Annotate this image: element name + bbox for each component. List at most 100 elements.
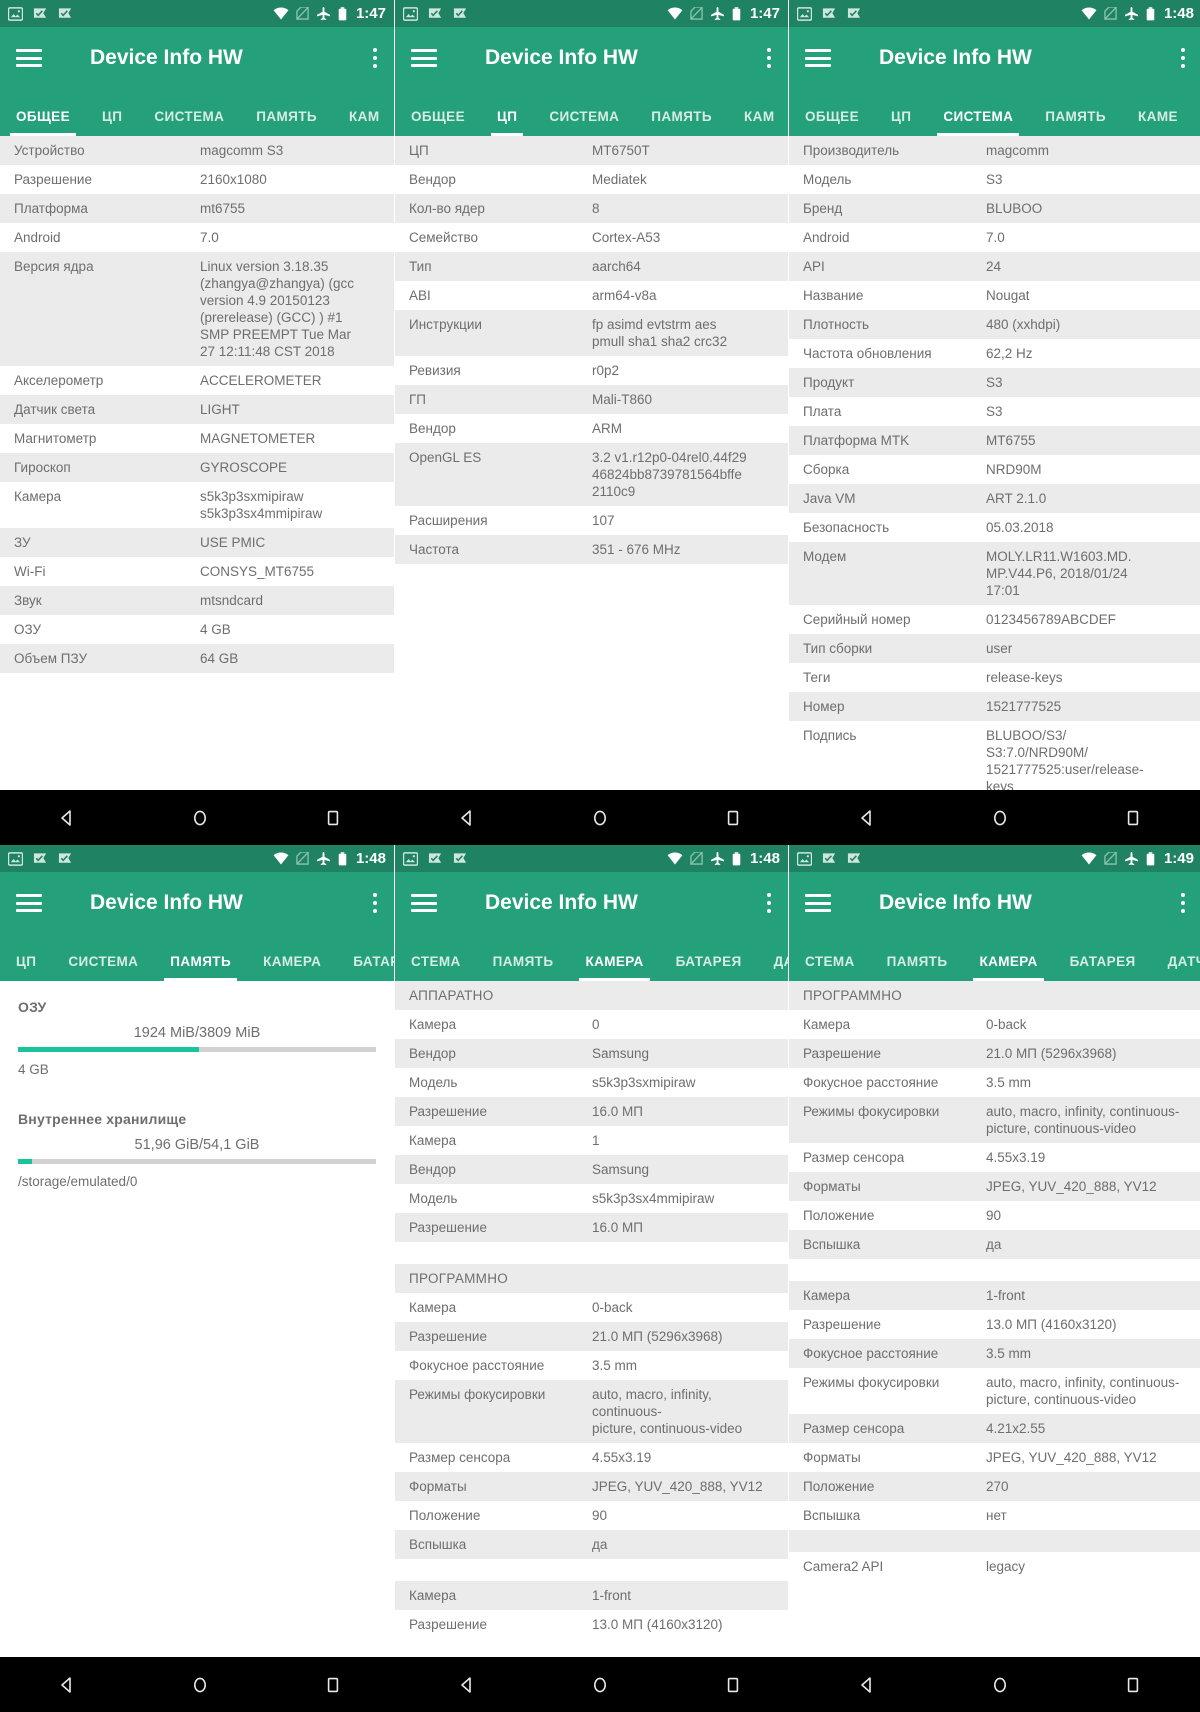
table-row[interactable]: ABI arm64-v8a [395,281,788,310]
home-circle-icon[interactable] [990,808,1010,828]
tab-memory[interactable]: ПАМЯТЬ [154,954,247,981]
table-row[interactable]: Wi-Fi CONSYS_MT6755 [0,557,394,586]
table-row[interactable]: Камера s5k3p3sxmipiraw s5k3p3sx4mmipiraw [0,482,394,528]
table-row[interactable]: Режимы фокусировки auto, macro, infinity,… [395,1380,788,1443]
tab-camera[interactable]: КАМЕРА [247,954,337,981]
table-row[interactable]: Частота обновления 62,2 Hz [789,339,1200,368]
table-row[interactable]: Положение 90 [395,1501,788,1530]
table-row[interactable]: Версия ядра Linux version 3.18.35 (zhangy… [0,252,394,366]
tab-obshchee[interactable]: ОБЩЕЕ [395,109,481,136]
table-row[interactable]: Плотность 480 (xxhdpi) [789,310,1200,339]
recents-square-icon[interactable] [1123,808,1143,828]
home-circle-icon[interactable] [190,808,210,828]
table-row[interactable]: Камера 0 [395,1010,788,1039]
back-triangle-icon[interactable] [457,808,477,828]
tab-obshchee[interactable]: ОБЩЕЕ [0,109,86,136]
tab-memory[interactable]: ПАМЯТЬ [240,109,333,136]
tab-camera[interactable]: КАМЕРА [963,954,1053,981]
table-row[interactable]: Камера 0-back [395,1293,788,1322]
tab-cpu[interactable]: ЦП [481,109,533,136]
table-row[interactable]: Модель s5k3p3sxmipiraw [395,1068,788,1097]
table-row[interactable]: Тип сборки user [789,634,1200,663]
table-row[interactable]: Размер сенсора 4.21x2.55 [789,1414,1200,1443]
table-row[interactable]: Форматы JPEG, YUV_420_888, YV12 [789,1443,1200,1472]
table-row[interactable]: Название Nougat [789,281,1200,310]
hamburger-icon[interactable] [16,894,42,912]
tab-system[interactable]: СТЕМА [789,954,871,981]
home-circle-icon[interactable] [590,808,610,828]
table-row[interactable]: Разрешение 16.0 МП [395,1097,788,1126]
table-row[interactable]: Фокусное расстояние 3.5 mm [395,1351,788,1380]
table-row[interactable]: Камера 1-front [395,1581,788,1610]
table-row[interactable]: Гироскоп GYROSCOPE [0,453,394,482]
tab-camera[interactable]: КАМЕРА [569,954,659,981]
table-row[interactable]: Частота 351 - 676 MHz [395,535,788,564]
table-row[interactable]: Устройство magcomm S3 [0,136,394,165]
kebab-menu-icon[interactable] [766,893,772,913]
table-row[interactable]: Форматы JPEG, YUV_420_888, YV12 [789,1172,1200,1201]
table-row[interactable]: Акселерометр ACCELEROMETER [0,366,394,395]
table-row[interactable]: Камера 0-back [789,1010,1200,1039]
table-row[interactable]: Вспышка да [789,1230,1200,1259]
back-triangle-icon[interactable] [57,808,77,828]
table-row[interactable]: Звук mtsndcard [0,586,394,615]
table-row[interactable]: Вспышка нет [789,1501,1200,1530]
table-row[interactable]: Теги release-keys [789,663,1200,692]
table-row[interactable]: Разрешение 21.0 МП (5296x3968) [789,1039,1200,1068]
table-row[interactable]: Android 7.0 [0,223,394,252]
table-row[interactable]: Платформа mt6755 [0,194,394,223]
tab-camera[interactable]: КАМ [333,109,394,136]
table-row[interactable]: Положение 90 [789,1201,1200,1230]
tab-memory[interactable]: ПАМЯТЬ [477,954,570,981]
table-row[interactable]: ЗУ USE PMIC [0,528,394,557]
back-triangle-icon[interactable] [457,1675,477,1695]
table-row[interactable]: Продукт S3 [789,368,1200,397]
recents-square-icon[interactable] [723,1675,743,1695]
tab-system[interactable]: СИСТЕМА [533,109,635,136]
table-row[interactable]: Вендор Samsung [395,1039,788,1068]
table-row[interactable]: Положение 270 [789,1472,1200,1501]
table-row[interactable]: Камера 1 [395,1126,788,1155]
hamburger-icon[interactable] [411,894,437,912]
table-row[interactable]: Форматы JPEG, YUV_420_888, YV12 [395,1472,788,1501]
tab-system[interactable]: СИСТЕМА [927,109,1029,136]
table-row[interactable]: Camera2 API legacy [789,1552,1200,1581]
tab-system[interactable]: СИСТЕМА [138,109,240,136]
table-row[interactable]: Фокусное расстояние 3.5 mm [789,1068,1200,1097]
tab-sensors[interactable]: ДАТЧИ [1152,954,1200,981]
back-triangle-icon[interactable] [57,1675,77,1695]
table-row[interactable]: Режимы фокусировки auto, macro, infinity,… [789,1097,1200,1143]
table-row[interactable]: Режимы фокусировки auto, macro, infinity,… [789,1368,1200,1414]
recents-square-icon[interactable] [323,808,343,828]
tab-battery[interactable]: БАТАРЕЯ [660,954,758,981]
kebab-menu-icon[interactable] [766,48,772,68]
table-row[interactable]: ЦП MT6750T [395,136,788,165]
table-row[interactable]: Модем MOLY.LR11.W1603.MD. MP.V44.P6, 2018… [789,542,1200,605]
recents-square-icon[interactable] [1123,1675,1143,1695]
table-row[interactable]: Серийный номер 0123456789ABCDEF [789,605,1200,634]
tab-system[interactable]: СИСТЕМА [52,954,154,981]
table-row[interactable]: Ревизия r0p2 [395,356,788,385]
tab-memory[interactable]: ПАМЯТЬ [635,109,728,136]
table-row[interactable]: Инструкции fp asimd evtstrm aes pmull sha… [395,310,788,356]
table-row[interactable]: Магнитометр MAGNETOMETER [0,424,394,453]
table-section-header[interactable]: ПРОГРАММНО [789,981,1200,1010]
hamburger-icon[interactable] [16,49,42,67]
table-row[interactable]: ГП Mali-T860 [395,385,788,414]
table-row[interactable]: Разрешение 21.0 МП (5296x3968) [395,1322,788,1351]
home-circle-icon[interactable] [990,1675,1010,1695]
home-circle-icon[interactable] [190,1675,210,1695]
tab-memory[interactable]: ПАМЯТЬ [1029,109,1122,136]
table-row[interactable]: Разрешение 13.0 МП (4160x3120) [789,1310,1200,1339]
tab-system[interactable]: СТЕМА [395,954,477,981]
table-row[interactable]: Вендор ARM [395,414,788,443]
table-row[interactable]: API 24 [789,252,1200,281]
kebab-menu-icon[interactable] [372,48,378,68]
table-row[interactable]: Платформа MTK MT6755 [789,426,1200,455]
hamburger-icon[interactable] [805,894,831,912]
tab-memory[interactable]: ПАМЯТЬ [871,954,964,981]
table-row[interactable]: Безопасность 05.03.2018 [789,513,1200,542]
table-row[interactable]: Модель S3 [789,165,1200,194]
tab-battery[interactable]: БАТАРЕЯ [1054,954,1152,981]
tab-sensors[interactable]: ДАТЧ [758,954,788,981]
